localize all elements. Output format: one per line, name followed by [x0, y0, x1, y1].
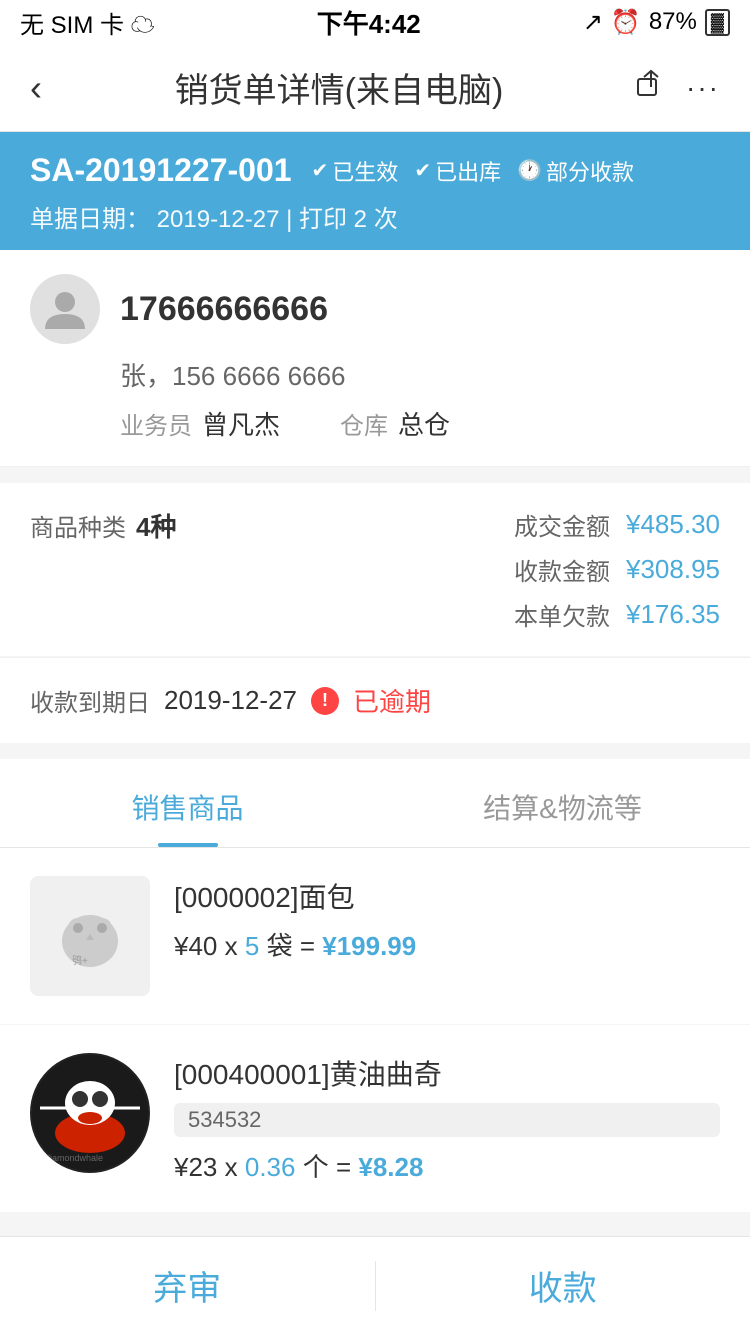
svg-text:diamondwhale: diamondwhale [45, 1153, 103, 1163]
product-qty-1: 5 [245, 931, 259, 961]
sim-status: 无 SIM 卡 ☁ [20, 5, 155, 40]
owed-label: 本单欠款 [514, 597, 610, 632]
alarm-icon: ⏰ [611, 8, 641, 37]
bottom-bar: 弃审 收款 [0, 1236, 750, 1334]
badge-effected: ✔ 已生效 [312, 155, 399, 187]
summary-left: 商品种类 4种 [30, 507, 176, 544]
status-left: 无 SIM 卡 ☁ [20, 5, 155, 40]
collected-value: ¥308.95 [626, 554, 720, 585]
sales-name: 曾凡杰 [202, 405, 280, 442]
product-list: 鸮+ [0000002]面包 ¥40 x 5 袋 = ¥199.99 [0, 848, 750, 1213]
amount-label: 成交金额 [514, 507, 610, 542]
nav-bar: ‹ 销货单详情(来自电脑) ··· [0, 44, 750, 132]
tab-settlement[interactable]: 结算&物流等 [375, 759, 750, 847]
cancel-button[interactable]: 弃审 [0, 1237, 375, 1334]
header-banner: SA-20191227-001 ✔ 已生效 ✔ 已出库 🕐 部分收款 单据日期：… [0, 132, 750, 250]
due-section: 收款到期日 2019-12-27 ! 已逾期 [0, 657, 750, 743]
amount-value: ¥485.30 [626, 509, 720, 540]
battery-icon: ▓ [705, 9, 730, 36]
collected-label: 收款金额 [514, 552, 610, 587]
clock-icon: 🕐 [517, 158, 542, 183]
page-title: 销货单详情(来自电脑) [175, 63, 504, 112]
badge-shipped: ✔ 已出库 [414, 155, 501, 187]
due-label: 收款到期日 [30, 683, 150, 718]
back-button[interactable]: ‹ [30, 67, 42, 109]
overdue-icon: ! [311, 687, 339, 715]
sales-label: 业务员 [120, 406, 192, 441]
customer-id: 17666666666 [120, 290, 328, 329]
check-icon-2: ✔ [414, 158, 431, 183]
order-number: SA-20191227-001 [30, 152, 292, 189]
customer-meta: 业务员 曾凡杰 仓库 总仓 [30, 405, 720, 442]
overdue-text: 已逾期 [353, 682, 431, 719]
product-total-2: ¥8.28 [358, 1152, 423, 1182]
product-name-1: [0000002]面包 [174, 876, 720, 916]
product-sku-2: 534532 [174, 1103, 720, 1137]
status-right: ↗ ⏰ 87% ▓ [583, 8, 730, 37]
customer-contact: 张，156 6666 6666 [30, 356, 720, 393]
avatar [30, 274, 100, 344]
product-price-1: ¥40 x 5 袋 = ¥199.99 [174, 926, 720, 963]
location-icon: ↗ [583, 8, 603, 37]
types-count: 4种 [136, 507, 176, 544]
banner-sub: 单据日期： 2019-12-27 | 打印 2 次 [30, 199, 720, 234]
battery: 87% [649, 8, 697, 36]
customer-section: 17666666666 张，156 6666 6666 业务员 曾凡杰 仓库 总… [0, 250, 750, 467]
summary-section: 商品种类 4种 成交金额 ¥485.30 收款金额 ¥308.95 本单欠款 ¥… [0, 483, 750, 656]
tabs-section: 销售商品 结算&物流等 [0, 759, 750, 848]
more-icon[interactable]: ··· [686, 72, 720, 104]
collect-button[interactable]: 收款 [376, 1237, 750, 1334]
share-icon[interactable] [636, 69, 666, 107]
due-date: 2019-12-27 [164, 685, 297, 716]
types-label: 商品种类 [30, 508, 126, 543]
warehouse-label: 仓库 [340, 406, 388, 441]
svg-text:鸮+: 鸮+ [72, 954, 88, 967]
list-item: 鸮+ [0000002]面包 ¥40 x 5 袋 = ¥199.99 [0, 848, 750, 1025]
tab-underline [158, 843, 218, 847]
product-price-2: ¥23 x 0.36 个 = ¥8.28 [174, 1147, 720, 1184]
product-info-2: [000400001]黄油曲奇 534532 ¥23 x 0.36 个 = ¥8… [174, 1053, 720, 1184]
nav-actions: ··· [636, 69, 720, 107]
product-name-2: [000400001]黄油曲奇 [174, 1053, 720, 1093]
product-total-1: ¥199.99 [322, 931, 416, 961]
summary-right: 成交金额 ¥485.30 收款金额 ¥308.95 本单欠款 ¥176.35 [514, 507, 720, 632]
warehouse-name: 总仓 [398, 405, 450, 442]
status-bar: 无 SIM 卡 ☁ 下午4:42 ↗ ⏰ 87% ▓ [0, 0, 750, 44]
product-qty-2: 0.36 [245, 1152, 296, 1182]
product-thumb-1: 鸮+ [30, 876, 150, 996]
status-time: 下午4:42 [317, 4, 421, 41]
list-item: diamondwhale [000400001]黄油曲奇 534532 ¥23 … [0, 1025, 750, 1213]
product-thumb-2: diamondwhale [30, 1053, 150, 1173]
product-info-1: [0000002]面包 ¥40 x 5 袋 = ¥199.99 [174, 876, 720, 963]
check-icon-1: ✔ [312, 158, 329, 183]
owed-value: ¥176.35 [626, 599, 720, 630]
status-badges: ✔ 已生效 ✔ 已出库 🕐 部分收款 [312, 155, 634, 187]
badge-partial: 🕐 部分收款 [517, 155, 634, 187]
tab-sales-products[interactable]: 销售商品 [0, 759, 375, 847]
